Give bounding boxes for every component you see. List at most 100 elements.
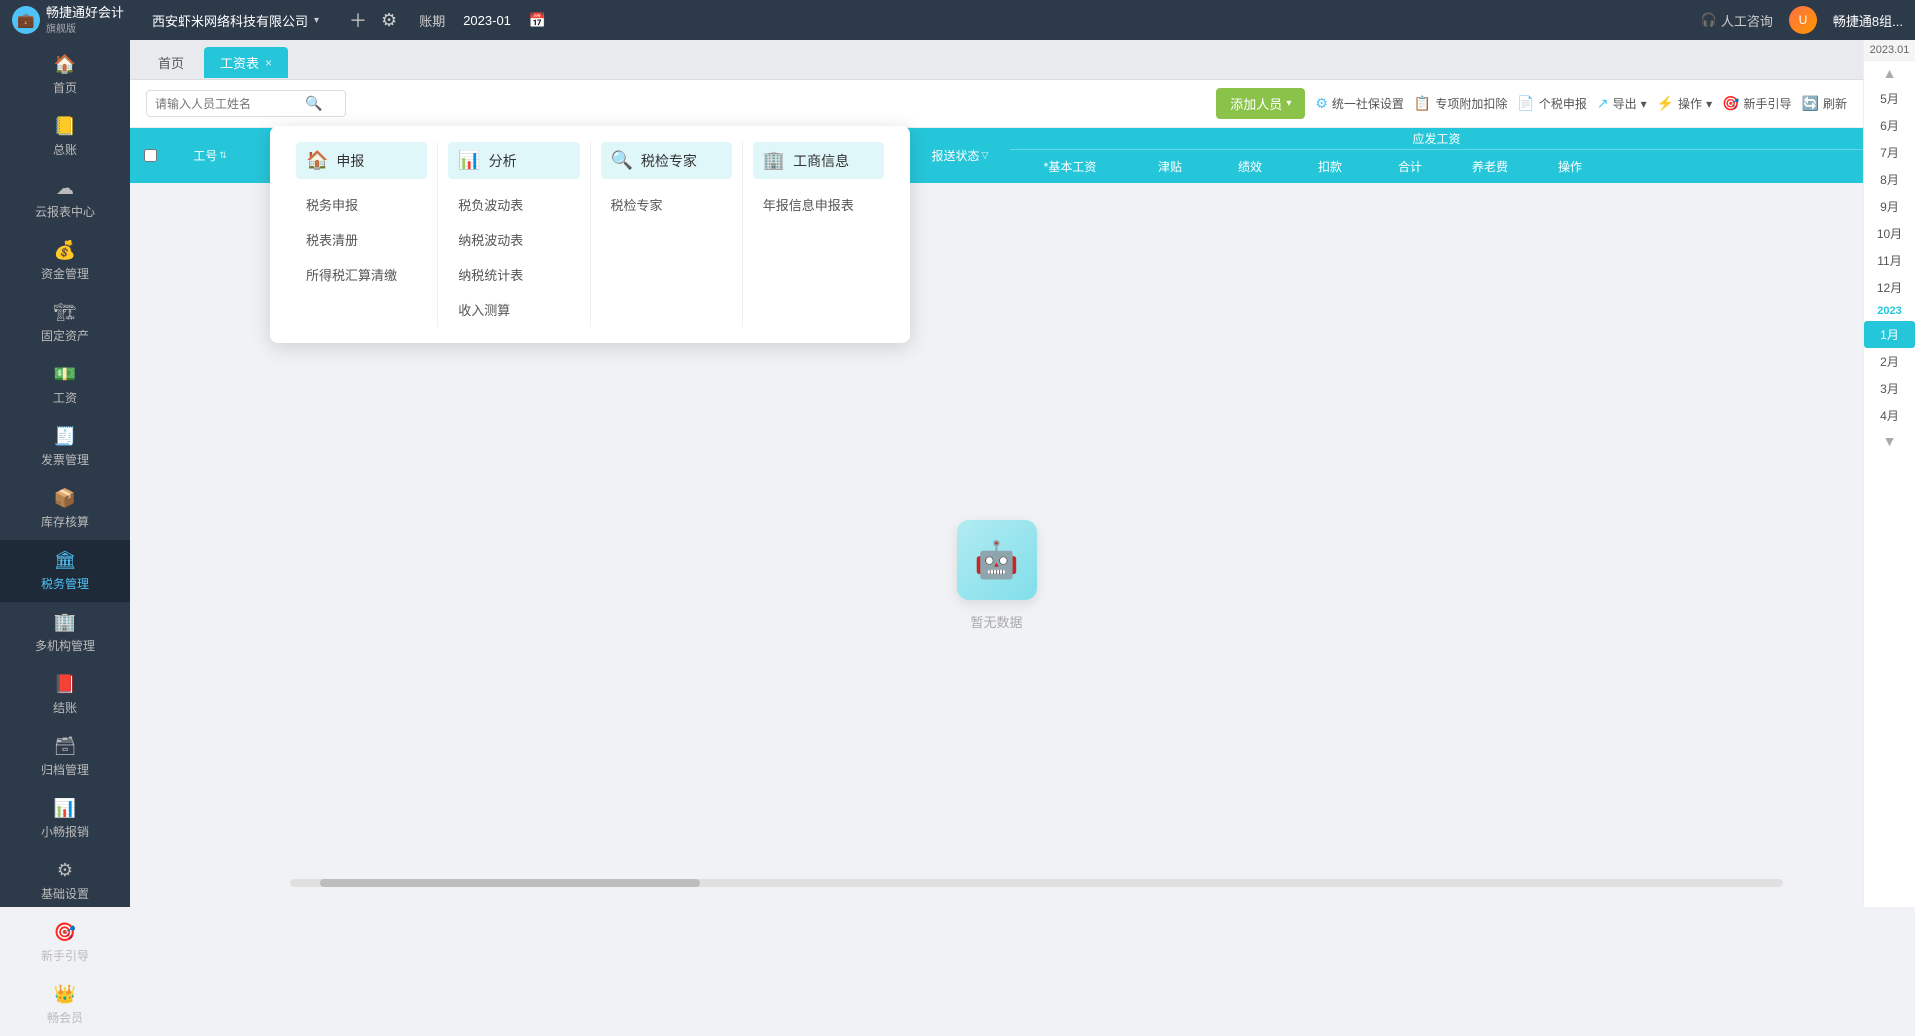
menu-item-tax-wave[interactable]: 税负波动表 [448, 187, 579, 222]
tax-return-btn[interactable]: 📄 个税申报 [1517, 95, 1586, 112]
menu-item-tax-expert[interactable]: 税检专家 [601, 187, 732, 222]
menu-item-tax-stat[interactable]: 纳税统计表 [448, 257, 579, 292]
month-item-2[interactable]: 2月 [1864, 348, 1915, 375]
calendar-icon[interactable]: 📅 [529, 12, 546, 29]
tax-return-icon: 📄 [1517, 95, 1534, 112]
company-selector[interactable]: 西安虾米网络科技有限公司 ▾ [142, 11, 329, 30]
shuijian-icon: 🔍 [611, 150, 633, 171]
shenb-icon: 🏠 [306, 150, 328, 171]
search-icon: 🔍 [305, 95, 322, 112]
sidebar-item-home[interactable]: 🏠 首页 [0, 44, 130, 106]
th-performance: 绩效 [1210, 150, 1290, 183]
cloud-icon: ☁ [56, 178, 74, 199]
social-insurance-btn[interactable]: ⚙ 统一社保设置 [1315, 95, 1404, 112]
sidebar-item-new-guide[interactable]: 🎯 新手引导 [0, 912, 130, 974]
logo-area: 💼 畅捷通好会计 旗舰版 [12, 5, 142, 36]
sidebar-label-invoice: 发票管理 [41, 451, 89, 468]
refresh-icon: 🔄 [1802, 95, 1819, 112]
headset-icon: 🎧 [1701, 12, 1717, 28]
select-all-checkbox[interactable] [144, 149, 157, 162]
sidebar-item-cloud-report[interactable]: ☁ 云报表中心 [0, 168, 130, 230]
menu-item-tax-table[interactable]: 税表清册 [296, 222, 427, 257]
inventory-icon: 📦 [54, 488, 76, 509]
app-sub: 旗舰版 [46, 20, 124, 35]
add-person-button[interactable]: 添加人员 ▾ [1216, 88, 1305, 119]
sidebar-item-close[interactable]: 📕 结账 [0, 664, 130, 726]
sidebar-item-invoice[interactable]: 🧾 发票管理 [0, 416, 130, 478]
sidebar-item-tax[interactable]: 🏛 税务管理 [0, 540, 130, 602]
settings-icon[interactable]: ⚙ [381, 10, 397, 31]
sidebar-item-archive[interactable]: 🗃 归档管理 [0, 726, 130, 788]
right-panel-header: 2023.01 [1864, 40, 1915, 61]
new-guide-icon: 🎯 [1722, 95, 1739, 112]
export-btn[interactable]: ↗ 导出 ▾ [1597, 95, 1647, 112]
export-arrow-icon: ▾ [1641, 97, 1647, 111]
month-item-6[interactable]: 6月 [1864, 112, 1915, 139]
new-guide-btn[interactable]: 🎯 新手引导 [1722, 95, 1791, 112]
th-report-status[interactable]: 报送状态 ▽ [910, 139, 1010, 172]
month-item-11[interactable]: 11月 [1864, 247, 1915, 274]
tab-close-icon[interactable]: × [265, 56, 272, 70]
filter-icon-report: ▽ [982, 150, 989, 161]
search-input[interactable] [155, 97, 305, 111]
month-item-7[interactable]: 7月 [1864, 139, 1915, 166]
sidebar-label-inventory: 库存核算 [41, 513, 89, 530]
menu-item-tax-settle[interactable]: 所得税汇算清缴 [296, 257, 427, 292]
customer-service-btn[interactable]: 🎧 人工咨询 [1701, 11, 1773, 30]
menu-item-tax-wave2[interactable]: 纳税波动表 [448, 222, 579, 257]
month-item-12[interactable]: 12月 [1864, 274, 1915, 301]
cal-down-icon[interactable]: ▼ [1883, 433, 1897, 449]
sidebar-item-fund[interactable]: 💰 资金管理 [0, 230, 130, 292]
sidebar-label-cloud: 云报表中心 [35, 203, 95, 220]
th-allowance: 津贴 [1130, 150, 1210, 183]
member-icon: 👑 [54, 984, 76, 1005]
salary-sub-headers: *基本工资 津贴 绩效 扣款 合计 养老费 操作 [1010, 150, 1863, 183]
dropdown-col-gongshang: 🏢 工商信息 年报信息申报表 [743, 142, 894, 327]
sidebar-item-xiaochang[interactable]: 📊 小畅报销 [0, 788, 130, 850]
sidebar-label-guide: 新手引导 [41, 947, 89, 964]
logo-icon: 💼 [12, 6, 40, 34]
tax-icon: 🏛 [54, 550, 77, 571]
sidebar-item-ledger[interactable]: 📒 总账 [0, 106, 130, 168]
tab-salary[interactable]: 工资表 × [204, 47, 288, 78]
month-item-9[interactable]: 9月 [1864, 193, 1915, 220]
sidebar-item-inventory[interactable]: 📦 库存核算 [0, 478, 130, 540]
menu-item-income-calc[interactable]: 收入测算 [448, 292, 579, 327]
sidebar-item-member[interactable]: 👑 畅会员 [0, 974, 130, 1036]
sidebar-item-multi-org[interactable]: 🏢 多机构管理 [0, 602, 130, 664]
calendar-nav-down: ▼ [1864, 429, 1915, 453]
period-label: 账期 [419, 11, 445, 30]
user-name[interactable]: 畅捷通8组... [1833, 11, 1903, 30]
special-deduct-btn[interactable]: 📋 专项附加扣除 [1414, 95, 1507, 112]
header-actions: ＋ ⚙ 账期 2023-01 📅 [349, 7, 546, 33]
month-item-8[interactable]: 8月 [1864, 166, 1915, 193]
sidebar: 🏠 首页 📒 总账 ☁ 云报表中心 💰 资金管理 🏗 固定资产 💵 工资 🧾 发… [0, 40, 130, 907]
top-header: 💼 畅捷通好会计 旗舰版 西安虾米网络科技有限公司 ▾ ＋ ⚙ 账期 2023-… [0, 0, 1915, 40]
add-icon[interactable]: ＋ [349, 7, 367, 33]
refresh-btn[interactable]: 🔄 刷新 [1802, 95, 1847, 112]
dropdown-header-shenb: 🏠 申报 [296, 142, 427, 179]
operations-btn[interactable]: ⚡ 操作 ▾ [1657, 95, 1712, 112]
scroll-track[interactable] [290, 879, 1783, 887]
gongshang-title: 工商信息 [793, 151, 849, 171]
social-icon: ⚙ [1315, 95, 1328, 112]
menu-item-annual-report[interactable]: 年报信息申报表 [753, 187, 884, 222]
month-item-1[interactable]: 1月 [1864, 321, 1915, 348]
menu-item-tax-return[interactable]: 税务申报 [296, 187, 427, 222]
tab-home[interactable]: 首页 [142, 47, 200, 78]
sidebar-item-fixed-assets[interactable]: 🏗 固定资产 [0, 292, 130, 354]
sidebar-item-basic-settings[interactable]: ⚙ 基础设置 [0, 850, 130, 912]
content-area: 首页 工资表 × 🔍 添加人员 ▾ ⚙ 统一社保设置 📋 [130, 40, 1863, 907]
company-name: 西安虾米网络科技有限公司 [152, 11, 308, 30]
month-item-3[interactable]: 3月 [1864, 375, 1915, 402]
month-item-10[interactable]: 10月 [1864, 220, 1915, 247]
sidebar-label-multi: 多机构管理 [35, 637, 95, 654]
scroll-thumb[interactable] [320, 879, 700, 887]
sidebar-item-salary[interactable]: 💵 工资 [0, 354, 130, 416]
month-item-4[interactable]: 4月 [1864, 402, 1915, 429]
cal-up-icon[interactable]: ▲ [1883, 65, 1897, 81]
th-checkbox[interactable] [130, 149, 170, 162]
invoice-icon: 🧾 [54, 426, 76, 447]
month-item-5[interactable]: 5月 [1864, 85, 1915, 112]
salary-group: 应发工资 *基本工资 津贴 绩效 扣款 合计 养老费 操作 [1010, 128, 1863, 183]
